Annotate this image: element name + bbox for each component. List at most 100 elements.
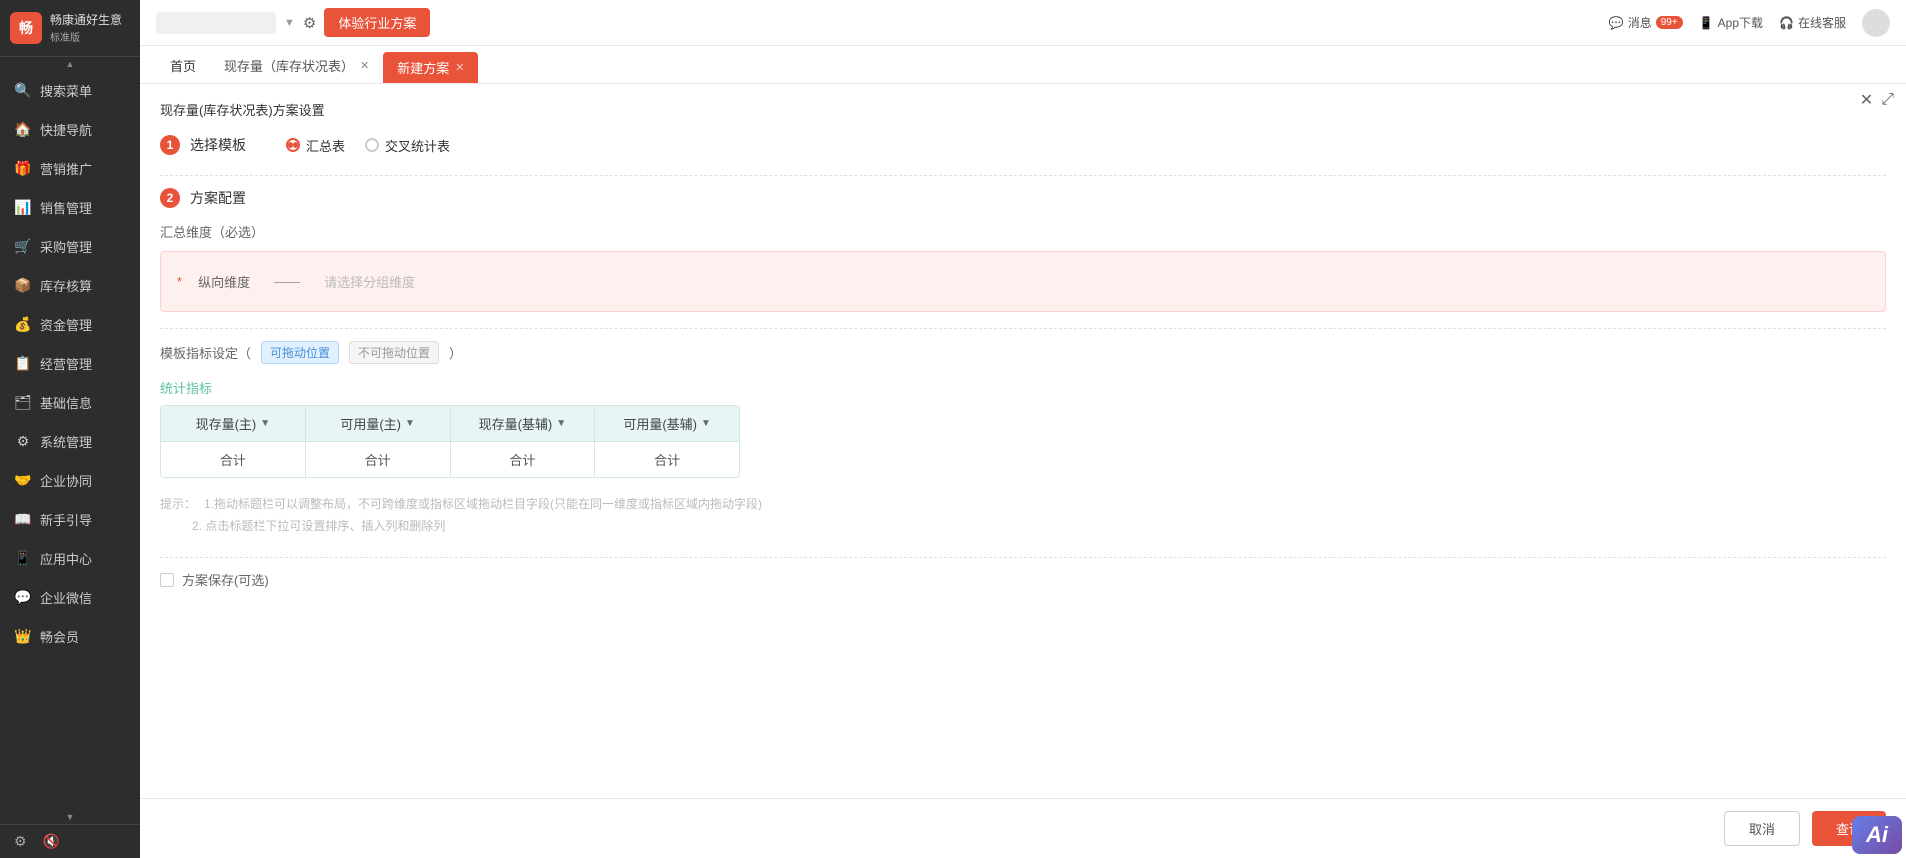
dimension-dash: ——: [274, 274, 300, 289]
bottom-bar: 取消 查询: [140, 798, 1906, 858]
divider3: [160, 557, 1886, 558]
tab-inventory-close-icon[interactable]: ✕: [360, 59, 369, 72]
step1-label: 选择模板: [190, 135, 246, 155]
radio-summary-label: 汇总表: [306, 136, 345, 155]
save-checkbox-label: 方案保存(可选): [182, 570, 269, 589]
dropdown-icon[interactable]: ▼: [284, 17, 295, 29]
download-icon: 📱: [1699, 16, 1714, 30]
col-current-main-label: 现存量(主): [196, 414, 257, 433]
sidebar: 畅 畅康通好生意 标准版 ▲ 🔍 搜索菜单 🏠 快捷导航 🎁 营销推广 📊 销售…: [0, 0, 140, 858]
step2-badge: 2: [160, 188, 180, 208]
tab-inventory-label: 现存量（库存状况表）: [224, 56, 354, 75]
col-available-base-label: 可用量(基辅): [623, 414, 697, 433]
sidebar-item-inventory[interactable]: 📦 库存核算: [0, 266, 140, 305]
tip-text-2: 2. 点击标题栏下拉可设置排序、插入列和删除列: [192, 516, 445, 538]
trial-button[interactable]: 体验行业方案: [324, 8, 430, 37]
template-indicator-label: 模板指标设定（: [160, 343, 251, 362]
apps-icon: 📱: [14, 550, 32, 568]
cell-1: 合计: [306, 442, 451, 477]
online-service-item[interactable]: 🎧 在线客服: [1779, 14, 1846, 31]
radio-cross[interactable]: 交叉统计表: [365, 136, 450, 155]
col2-chevron-icon: ▼: [556, 418, 566, 429]
sidebar-item-shortcut[interactable]: 🏠 快捷导航: [0, 110, 140, 149]
search-input[interactable]: [156, 12, 276, 34]
sidebar-item-member-label: 畅会员: [40, 627, 79, 646]
sidebar-item-purchase-label: 采购管理: [40, 237, 92, 256]
tip-prefix: 提示：: [160, 494, 196, 516]
stats-table-header: 现存量(主) ▼ 可用量(主) ▼ 现存量(基辅) ▼: [161, 406, 739, 441]
gear-icon[interactable]: ⚙: [303, 14, 316, 32]
sidebar-item-purchase[interactable]: 🛒 采购管理: [0, 227, 140, 266]
cancel-button[interactable]: 取消: [1724, 811, 1800, 846]
sidebar-item-member[interactable]: 👑 畅会员: [0, 617, 140, 656]
tab-inventory-status[interactable]: 现存量（库存状况表） ✕: [210, 50, 383, 83]
scroll-up-arrow: ▲: [66, 59, 75, 69]
sidebar-item-operations[interactable]: 📋 经营管理: [0, 344, 140, 383]
newguide-icon: 📖: [14, 511, 32, 529]
required-mark: *: [177, 274, 182, 289]
col3-chevron-icon: ▼: [701, 418, 711, 429]
audio-icon[interactable]: 🔇: [43, 833, 60, 850]
expand-button[interactable]: ⤢: [1881, 90, 1894, 110]
col-current-main[interactable]: 现存量(主) ▼: [161, 406, 306, 441]
tab-new-plan-close-icon[interactable]: ✕: [455, 61, 464, 74]
cell-3: 合计: [595, 442, 739, 477]
finance-icon: 💰: [14, 316, 32, 334]
sidebar-item-inventory-label: 库存核算: [40, 276, 92, 295]
dimension-name: 纵向维度: [198, 272, 250, 291]
ai-badge[interactable]: Ai: [1852, 816, 1902, 854]
sidebar-item-sales[interactable]: 📊 销售管理: [0, 188, 140, 227]
col1-chevron-icon: ▼: [405, 418, 415, 429]
sidebar-item-basic[interactable]: 🗂 基础信息: [0, 383, 140, 422]
radio-summary[interactable]: 汇总表: [286, 136, 345, 155]
sidebar-item-finance[interactable]: 💰 资金管理: [0, 305, 140, 344]
step2-label: 方案配置: [190, 188, 246, 208]
col-available-base[interactable]: 可用量(基辅) ▼: [595, 406, 739, 441]
sidebar-nav: 🔍 搜索菜单 🏠 快捷导航 🎁 营销推广 📊 销售管理 🛒 采购管理 📦 库存核…: [0, 71, 140, 810]
col-current-base[interactable]: 现存量(基辅) ▼: [451, 406, 596, 441]
header-right: 💬 消息 99+ 📱 App下载 🎧 在线客服: [1609, 9, 1890, 37]
radio-summary-circle: [286, 138, 300, 152]
app-logo: 畅 畅康通好生意 标准版: [0, 0, 140, 57]
dimension-label: 汇总维度（必选）: [160, 222, 1886, 241]
sidebar-item-marketing[interactable]: 🎁 营销推广: [0, 149, 140, 188]
stats-table-body: 合计 合计 合计 合计: [161, 441, 739, 477]
panel-title: 现存量(库存状况表)方案设置: [160, 100, 1886, 119]
sidebar-item-system[interactable]: ⚙ 系统管理: [0, 422, 140, 461]
stats-section: 统计指标 现存量(主) ▼ 可用量(主) ▼: [160, 378, 1886, 478]
messages-item[interactable]: 💬 消息 99+: [1609, 14, 1683, 31]
messages-label: 消息: [1628, 14, 1652, 31]
app-download-item[interactable]: 📱 App下载: [1699, 14, 1763, 31]
draggable-tag: 可拖动位置: [261, 341, 339, 364]
template-indicator-suffix: ）: [449, 343, 462, 362]
purchase-icon: 🛒: [14, 238, 32, 256]
stats-title: 统计指标: [160, 378, 1886, 397]
user-avatar[interactable]: [1862, 9, 1890, 37]
logo-icon: 畅: [10, 12, 42, 44]
service-icon: 🎧: [1779, 16, 1794, 30]
content-area: ✕ ⤢ 现存量(库存状况表)方案设置 1 选择模板 汇总表: [140, 84, 1906, 798]
step1-section: 1 选择模板 汇总表 交叉统计表: [160, 135, 1886, 155]
sidebar-item-weixin[interactable]: 💬 企业微信: [0, 578, 140, 617]
basic-icon: 🗂: [14, 394, 32, 412]
app-edition: 标准版: [50, 29, 122, 44]
top-header: ▼ ⚙ 体验行业方案 💬 消息 99+ 📱 App下载 🎧 在线客服: [140, 0, 1906, 46]
tab-new-plan[interactable]: 新建方案 ✕: [383, 52, 478, 83]
scroll-down-arrow: ▼: [66, 812, 75, 822]
sidebar-item-shortcut-label: 快捷导航: [40, 120, 92, 139]
sidebar-item-search[interactable]: 🔍 搜索菜单: [0, 71, 140, 110]
close-button[interactable]: ✕: [1860, 90, 1873, 110]
shortcut-icon: 🏠: [14, 121, 32, 139]
tab-home[interactable]: 首页: [156, 50, 210, 83]
sidebar-item-search-label: 搜索菜单: [40, 81, 92, 100]
save-checkbox[interactable]: [160, 573, 174, 587]
radio-cross-circle: [365, 138, 379, 152]
dimension-placeholder[interactable]: 请选择分组维度: [324, 272, 415, 291]
settings-icon[interactable]: ⚙: [14, 833, 27, 850]
sidebar-item-apps[interactable]: 📱 应用中心: [0, 539, 140, 578]
sidebar-item-enterprise[interactable]: 🤝 企业协同: [0, 461, 140, 500]
sidebar-item-newguide[interactable]: 📖 新手引导: [0, 500, 140, 539]
tab-home-label: 首页: [170, 56, 196, 75]
non-draggable-tag: 不可拖动位置: [349, 341, 439, 364]
col-available-main[interactable]: 可用量(主) ▼: [306, 406, 451, 441]
